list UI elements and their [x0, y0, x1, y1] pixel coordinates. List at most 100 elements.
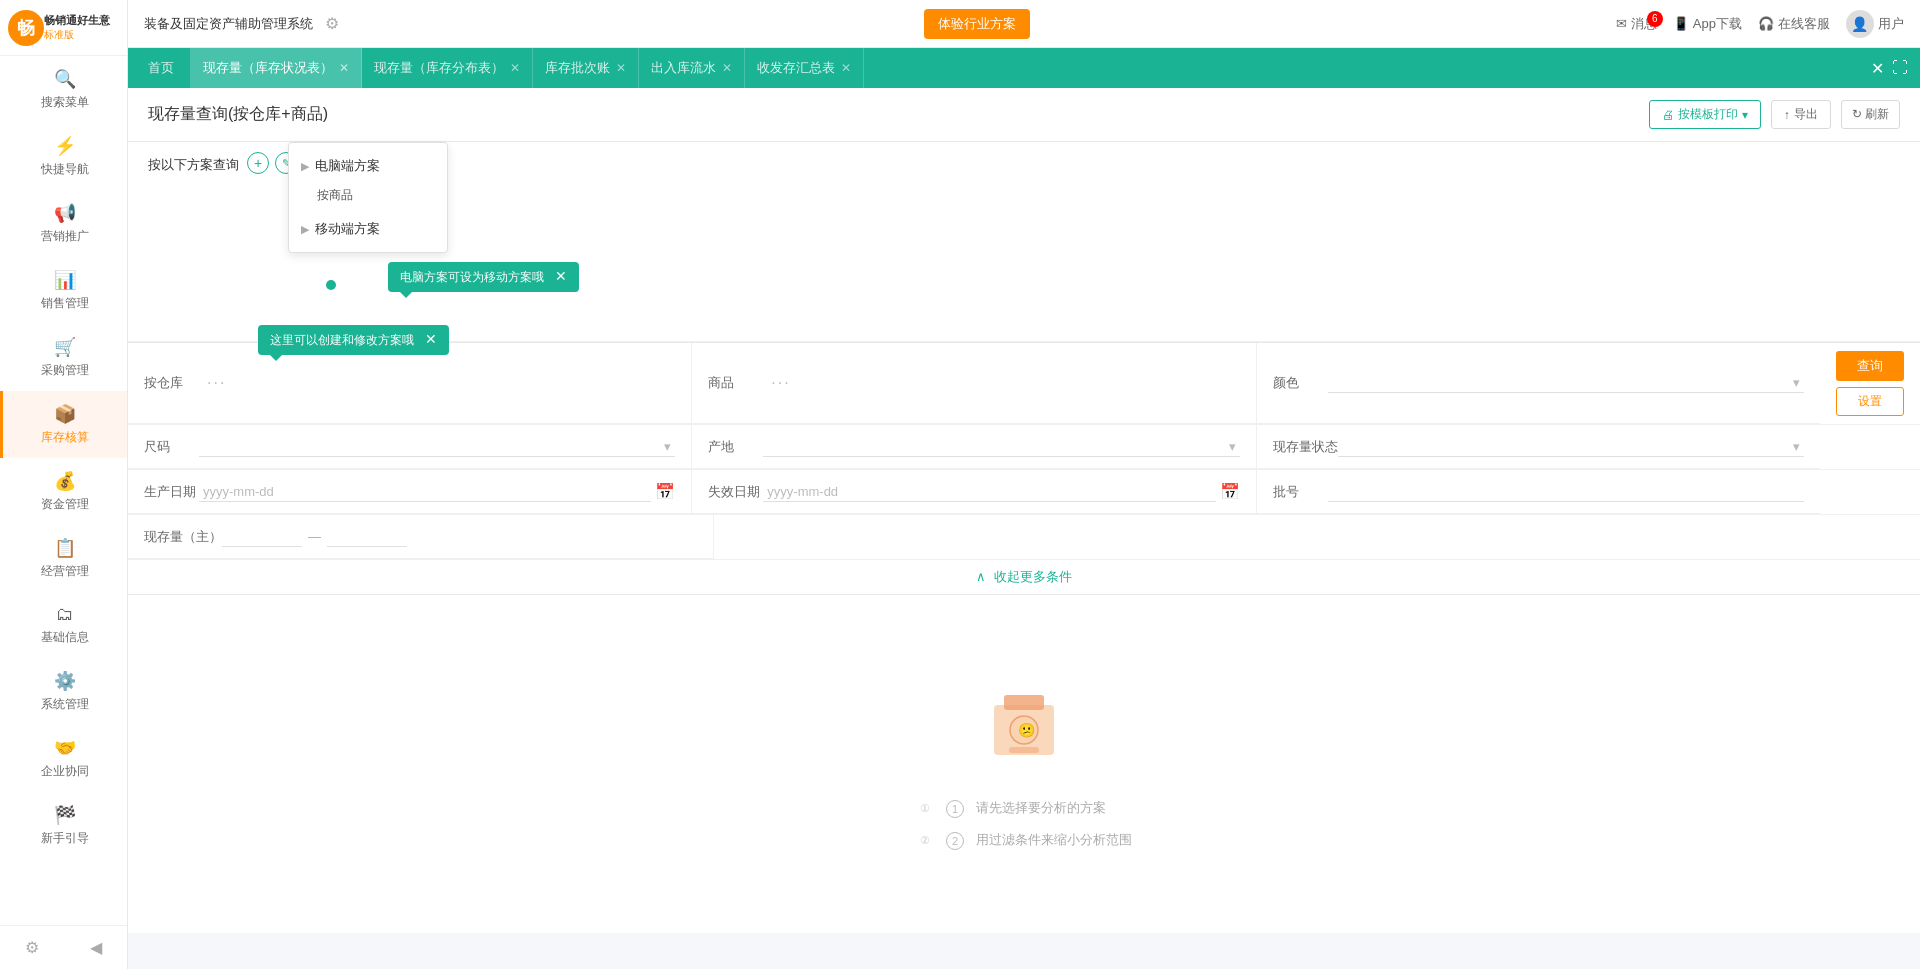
- calendar-expiry-icon[interactable]: 📅: [1220, 482, 1240, 501]
- tab-expand-icon[interactable]: ⛶: [1892, 59, 1908, 78]
- filter-expiry-date: 失效日期 📅: [692, 470, 1256, 514]
- scheme-mobile-label: 移动端方案: [315, 220, 380, 238]
- search-buttons: 查询 设置: [1820, 343, 1920, 424]
- page-actions: 🖨 按模板打印 ▾ ↑ 导出 ↻ 刷新: [1649, 100, 1900, 129]
- expiry-date-input[interactable]: [763, 482, 1215, 502]
- stock-status-select[interactable]: ▾: [1338, 437, 1804, 457]
- filter-stock-main: 现存量（主） —: [128, 515, 714, 559]
- collapse-bar[interactable]: ∧ 收起更多条件: [128, 560, 1920, 595]
- sidebar-label-basic: 基础信息: [41, 629, 89, 646]
- tab-inventory-dist[interactable]: 现存量（库存分布表） ✕: [362, 48, 533, 88]
- template-print-button[interactable]: 🖨 按模板打印 ▾: [1649, 100, 1761, 129]
- sidebar-item-quicknav[interactable]: ⚡ 快捷导航: [0, 123, 127, 190]
- sidebar-label-marketing: 营销推广: [41, 228, 89, 245]
- tab-inventory-status[interactable]: 现存量（库存状况表） ✕: [191, 48, 362, 88]
- scheme-type-label: 按商品: [317, 187, 353, 204]
- tab-collect-summary-close[interactable]: ✕: [841, 61, 851, 75]
- set-button[interactable]: 设置: [1836, 387, 1904, 416]
- size-select[interactable]: ▾: [199, 437, 675, 457]
- batch-input[interactable]: [1328, 482, 1804, 502]
- filter-size: 尺码 ▾: [128, 425, 692, 469]
- filter-row-3: 生产日期 📅 失效日期 📅 批号: [128, 470, 1920, 515]
- sidebar-item-purchase[interactable]: 🛒 采购管理: [0, 324, 127, 391]
- sidebar-item-search[interactable]: 🔍 搜索菜单: [0, 56, 127, 123]
- scheme-pc-group[interactable]: ▶ 电脑端方案: [289, 151, 447, 181]
- settings-bottom-icon[interactable]: ⚙: [25, 938, 39, 957]
- tab-batch-account-close[interactable]: ✕: [616, 61, 626, 75]
- scheme-mobile-group[interactable]: ▶ 移动端方案: [289, 214, 447, 244]
- tab-collect-summary[interactable]: 收发存汇总表 ✕: [745, 48, 864, 88]
- tab-home[interactable]: 首页: [132, 48, 191, 88]
- avatar-initials: 👤: [1851, 16, 1868, 32]
- purchase-icon: 🛒: [54, 336, 76, 358]
- tab-inout-flow-close[interactable]: ✕: [722, 61, 732, 75]
- sidebar-bottom: ⚙ ◀: [0, 925, 127, 969]
- filter-spacer-3: [1820, 470, 1920, 514]
- stock-main-from-input[interactable]: [222, 527, 302, 547]
- filter-spacer-4: [714, 515, 1820, 559]
- main-content: 装备及固定资产辅助管理系统 ⚙ 体验行业方案 ✉ 6 消息 📱 App下载 🎧 …: [128, 0, 1920, 969]
- export-button[interactable]: ↑ 导出: [1771, 100, 1831, 129]
- app-download-item[interactable]: 📱 App下载: [1673, 15, 1742, 33]
- sidebar-item-operation[interactable]: 📋 经营管理: [0, 525, 127, 592]
- settings-icon[interactable]: ⚙: [325, 14, 339, 33]
- template-print-label: 按模板打印: [1678, 106, 1738, 123]
- sidebar-item-marketing[interactable]: 📢 营销推广: [0, 190, 127, 257]
- tab-inout-flow[interactable]: 出入库流水 ✕: [639, 48, 745, 88]
- add-scheme-button[interactable]: +: [247, 152, 269, 174]
- collapse-label: 收起更多条件: [994, 569, 1072, 584]
- tab-inout-flow-label: 出入库流水: [651, 59, 716, 77]
- logo-sub: 标准版: [44, 28, 110, 42]
- guide-icon: 🏁: [54, 804, 76, 826]
- tooltip-pc-scheme: 电脑方案可设为移动方案哦 ✕: [388, 262, 579, 292]
- basic-icon: 🗂: [56, 604, 74, 625]
- sidebar-item-enterprise[interactable]: 🤝 企业协同: [0, 725, 127, 792]
- sidebar-label-guide: 新手引导: [41, 830, 89, 847]
- filter-row-1: 按仓库 ··· 商品 ··· 颜色 ▾: [128, 343, 1920, 425]
- marketing-icon: 📢: [54, 202, 76, 224]
- export-icon: ↑: [1784, 108, 1790, 122]
- empty-step1-marker: 1: [946, 800, 964, 818]
- tab-inventory-status-close[interactable]: ✕: [339, 61, 349, 75]
- goods-label: 商品: [708, 374, 763, 392]
- sidebar-item-inventory[interactable]: 📦 库存核算: [0, 391, 127, 458]
- scheme-type-item[interactable]: 按商品: [289, 181, 447, 210]
- origin-select[interactable]: ▾: [763, 437, 1239, 457]
- sidebar-item-basic[interactable]: 🗂 基础信息: [0, 592, 127, 658]
- stock-main-to-input[interactable]: [327, 527, 407, 547]
- filter-goods: 商品 ···: [692, 343, 1256, 424]
- chevron-down-size: ▾: [664, 439, 671, 454]
- logo-text-block: 畅销通好生意 标准版: [44, 13, 110, 42]
- sidebar-item-guide[interactable]: 🏁 新手引导: [0, 792, 127, 859]
- tooltip-edit-text: 这里可以创建和修改方案哦: [270, 333, 414, 347]
- sidebar-item-sales[interactable]: 📊 销售管理: [0, 257, 127, 324]
- empty-step1-text: 请先选择要分析的方案: [976, 800, 1106, 815]
- tabs-controls: ✕ ⛶: [1863, 59, 1916, 78]
- tab-inventory-dist-close[interactable]: ✕: [510, 61, 520, 75]
- calendar-production-icon[interactable]: 📅: [655, 482, 675, 501]
- svg-rect-1: [1004, 695, 1044, 710]
- filter-spacer-2: [1820, 425, 1920, 469]
- tooltip-edit-close[interactable]: ✕: [425, 331, 437, 347]
- user-item[interactable]: 👤 用户: [1846, 10, 1904, 38]
- production-date-input[interactable]: [199, 482, 651, 502]
- refresh-button[interactable]: ↻ 刷新: [1841, 100, 1900, 129]
- message-item[interactable]: ✉ 6 消息: [1616, 15, 1657, 33]
- tooltip-pc-close[interactable]: ✕: [555, 268, 567, 284]
- export-label: 导出: [1794, 106, 1818, 123]
- online-service-label: 在线客服: [1778, 15, 1830, 33]
- search-button[interactable]: 查询: [1836, 351, 1904, 381]
- refresh-icon: ↻: [1852, 107, 1862, 121]
- sidebar-item-finance[interactable]: 💰 资金管理: [0, 458, 127, 525]
- online-service-item[interactable]: 🎧 在线客服: [1758, 15, 1830, 33]
- refresh-label: 刷新: [1865, 107, 1889, 121]
- tab-close-all-icon[interactable]: ✕: [1871, 59, 1884, 78]
- collapse-sidebar-icon[interactable]: ◀: [90, 938, 102, 957]
- tabs-bar: 首页 现存量（库存状况表） ✕ 现存量（库存分布表） ✕ 库存批次账 ✕ 出入库…: [128, 48, 1920, 88]
- trial-button[interactable]: 体验行业方案: [924, 9, 1030, 39]
- sidebar-item-system[interactable]: ⚙️ 系统管理: [0, 658, 127, 725]
- scheme-panel: ▶ 电脑端方案 按商品 ▶ 移动端方案: [288, 142, 448, 253]
- tab-batch-account[interactable]: 库存批次账 ✕: [533, 48, 639, 88]
- chevron-down-origin: ▾: [1229, 439, 1236, 454]
- color-select[interactable]: ▾: [1328, 373, 1804, 393]
